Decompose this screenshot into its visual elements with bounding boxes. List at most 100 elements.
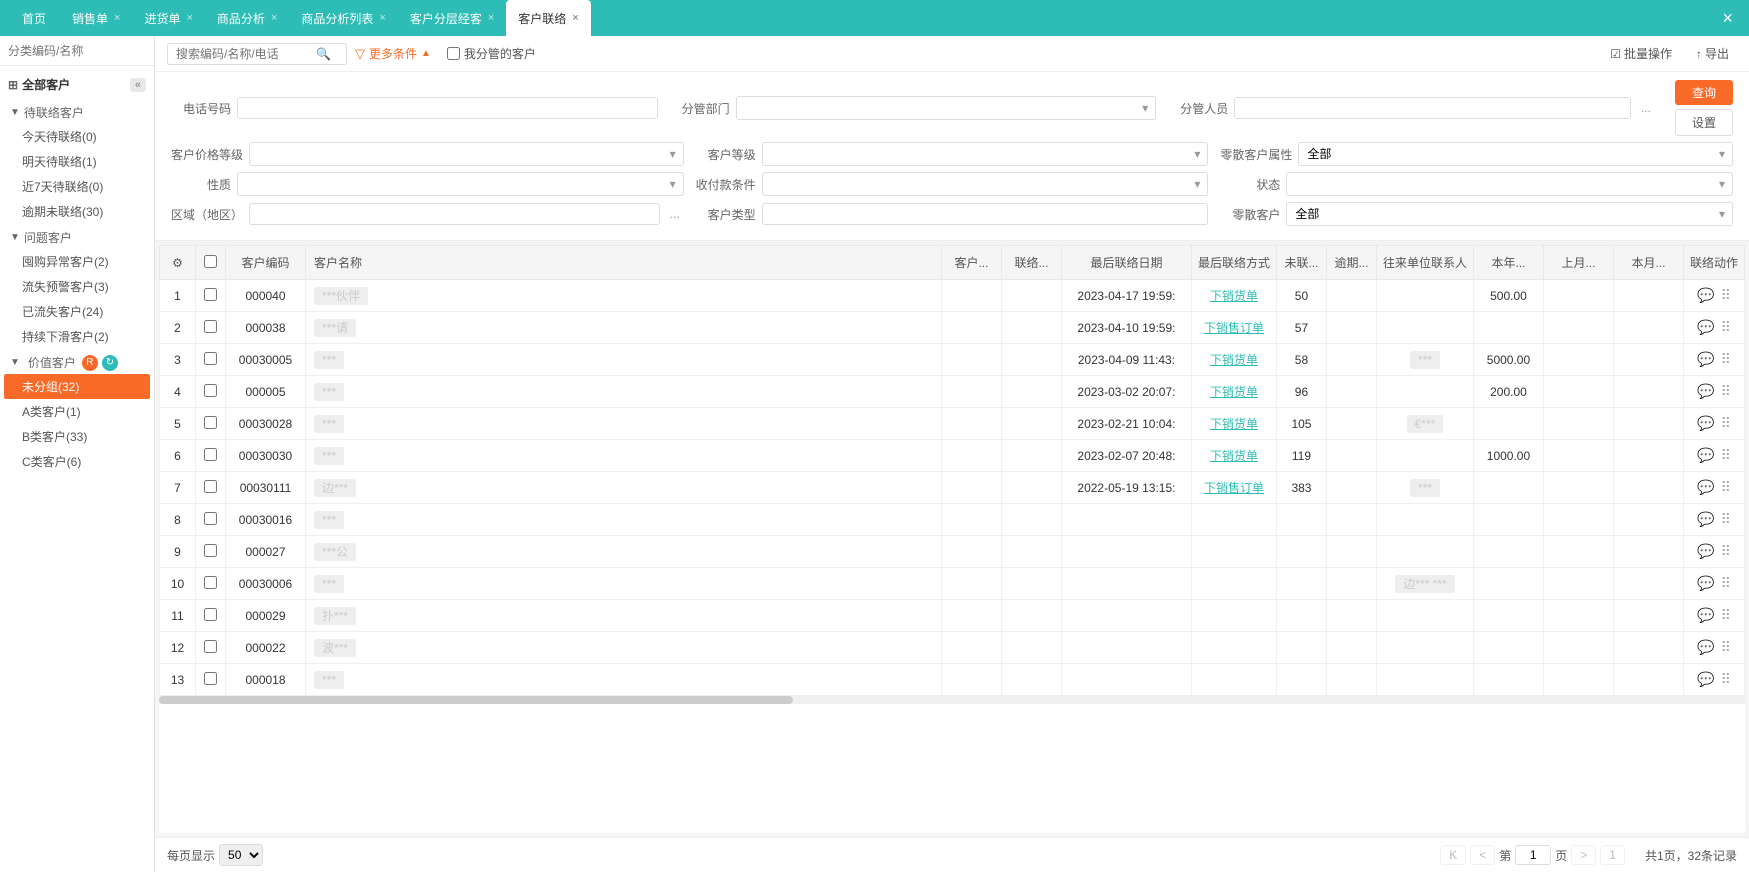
- nav-home[interactable]: 首页: [8, 0, 60, 36]
- status-select[interactable]: [1286, 172, 1733, 196]
- close-customer-contact-icon[interactable]: ×: [572, 12, 578, 24]
- tree-item-ungroup[interactable]: 未分组(32): [4, 374, 150, 399]
- apps-icon[interactable]: ⠿: [1721, 383, 1731, 400]
- my-customers-checkbox[interactable]: 我分管的客户: [447, 45, 536, 62]
- apps-icon[interactable]: ⠿: [1721, 639, 1731, 656]
- tree-item-churn-warning[interactable]: 流失预警客户(3): [0, 274, 154, 299]
- manager-input[interactable]: [1234, 97, 1631, 119]
- nav-tab-purchase[interactable]: 进货单 ×: [132, 0, 204, 36]
- query-btn[interactable]: 查询: [1675, 80, 1733, 105]
- area-more-icon[interactable]: ...: [666, 207, 684, 221]
- contact-icon[interactable]: 💬: [1697, 287, 1714, 304]
- apps-icon[interactable]: ⠿: [1721, 607, 1731, 624]
- th-contact[interactable]: 联络...: [1001, 246, 1061, 280]
- row-checkbox[interactable]: [204, 576, 217, 589]
- manager-more-icon[interactable]: ...: [1637, 101, 1655, 115]
- filter-more-btn[interactable]: ▽ 更多条件 ▲: [355, 45, 431, 62]
- row-checkbox[interactable]: [204, 640, 217, 653]
- th-last-month-amount[interactable]: 上月...: [1543, 246, 1613, 280]
- tree-item-churned[interactable]: 已流失客户(24): [0, 299, 154, 324]
- apps-icon[interactable]: ⠿: [1721, 543, 1731, 560]
- apps-icon[interactable]: ⠿: [1721, 511, 1731, 528]
- section-pending-contact[interactable]: ▼ 待联络客户: [0, 99, 154, 124]
- th-overdue[interactable]: 逾期...: [1326, 246, 1376, 280]
- th-settings[interactable]: ⚙: [160, 246, 196, 280]
- area-input[interactable]: [249, 203, 660, 225]
- page-first-btn[interactable]: K: [1440, 845, 1466, 865]
- tree-item-tomorrow[interactable]: 明天待联络(1): [0, 149, 154, 174]
- apps-icon[interactable]: ⠿: [1721, 319, 1731, 336]
- section-problem-customers[interactable]: ▼ 问题客户: [0, 224, 154, 249]
- tree-item-c-class[interactable]: C类客户(6): [0, 449, 154, 474]
- section-value-customers[interactable]: ▼ 价值客户 R ↻: [0, 349, 154, 374]
- nav-tab-analysis-list[interactable]: 商品分析列表 ×: [289, 0, 397, 36]
- tree-item-today[interactable]: 今天待联络(0): [0, 124, 154, 149]
- contact-icon[interactable]: 💬: [1697, 479, 1714, 496]
- tree-item-overdue[interactable]: 逾期未联络(30): [0, 199, 154, 224]
- price-level-select[interactable]: [249, 142, 684, 166]
- th-name[interactable]: 客户名称: [306, 246, 942, 280]
- reset-btn[interactable]: 设置: [1675, 109, 1733, 136]
- contact-icon[interactable]: 💬: [1697, 639, 1714, 656]
- row-checkbox[interactable]: [204, 480, 217, 493]
- nature-select[interactable]: [237, 172, 684, 196]
- h-scrollbar[interactable]: [159, 696, 1745, 704]
- th-type[interactable]: 客户...: [941, 246, 1001, 280]
- cust-level-select[interactable]: [762, 142, 1209, 166]
- close-analysis-list-icon[interactable]: ×: [379, 12, 385, 24]
- th-person[interactable]: 往来单位联系人: [1376, 246, 1473, 280]
- apps-icon[interactable]: ⠿: [1721, 351, 1731, 368]
- row-checkbox[interactable]: [204, 416, 217, 429]
- row-checkbox[interactable]: [204, 448, 217, 461]
- method-link[interactable]: 下销货单: [1210, 289, 1258, 303]
- tree-all-customers[interactable]: ⊞ 全部客户 «: [0, 70, 154, 99]
- batch-ops-btn[interactable]: ☑ 批量操作: [1602, 42, 1680, 65]
- filter-search-input[interactable]: [176, 47, 316, 61]
- row-checkbox[interactable]: [204, 384, 217, 397]
- my-customers-check[interactable]: [447, 47, 460, 60]
- contact-icon[interactable]: 💬: [1697, 447, 1714, 464]
- select-all-check[interactable]: [204, 255, 217, 268]
- contact-icon[interactable]: 💬: [1697, 351, 1714, 368]
- contact-icon[interactable]: 💬: [1697, 543, 1714, 560]
- row-checkbox[interactable]: [204, 288, 217, 301]
- apps-icon[interactable]: ⠿: [1721, 415, 1731, 432]
- contact-icon[interactable]: 💬: [1697, 383, 1714, 400]
- method-link[interactable]: 下销货单: [1210, 449, 1258, 463]
- method-link[interactable]: 下销货单: [1210, 385, 1258, 399]
- contact-icon[interactable]: 💬: [1697, 607, 1714, 624]
- contact-icon[interactable]: 💬: [1697, 575, 1714, 592]
- nav-tab-customer-contact[interactable]: 客户联络 ×: [506, 0, 590, 36]
- apps-icon[interactable]: ⠿: [1721, 671, 1731, 688]
- dept-select[interactable]: [736, 96, 1157, 120]
- contact-icon[interactable]: 💬: [1697, 415, 1714, 432]
- nav-tab-analysis[interactable]: 商品分析 ×: [205, 0, 289, 36]
- contact-icon[interactable]: 💬: [1697, 671, 1714, 688]
- filter-search-icon[interactable]: 🔍: [316, 47, 331, 61]
- close-analysis-icon[interactable]: ×: [271, 12, 277, 24]
- refresh-badge[interactable]: ↻: [102, 355, 118, 371]
- phone-input[interactable]: [237, 97, 658, 119]
- th-check[interactable]: [196, 246, 226, 280]
- retail-attr-select[interactable]: 全部: [1298, 142, 1733, 166]
- method-link[interactable]: 下销货单: [1210, 353, 1258, 367]
- th-last-date[interactable]: 最后联络日期: [1061, 246, 1191, 280]
- close-sales-icon[interactable]: ×: [114, 12, 120, 24]
- sidebar-search-input[interactable]: [8, 44, 155, 58]
- cust-type-input[interactable]: [762, 203, 1209, 225]
- row-checkbox[interactable]: [204, 512, 217, 525]
- close-customer-segment-icon[interactable]: ×: [488, 12, 494, 24]
- row-checkbox[interactable]: [204, 320, 217, 333]
- method-link[interactable]: 下销货单: [1210, 417, 1258, 431]
- tree-item-b-class[interactable]: B类客户(33): [0, 424, 154, 449]
- row-checkbox[interactable]: [204, 544, 217, 557]
- row-checkbox[interactable]: [204, 672, 217, 685]
- settings-icon[interactable]: ⚙: [172, 256, 183, 270]
- per-page-select[interactable]: 50: [219, 844, 263, 866]
- th-code[interactable]: 客户编码: [226, 246, 306, 280]
- close-window-icon[interactable]: ×: [1714, 8, 1741, 29]
- apps-icon[interactable]: ⠿: [1721, 447, 1731, 464]
- apps-icon[interactable]: ⠿: [1721, 575, 1731, 592]
- contact-icon[interactable]: 💬: [1697, 319, 1714, 336]
- export-btn[interactable]: ↑ 导出: [1688, 42, 1737, 65]
